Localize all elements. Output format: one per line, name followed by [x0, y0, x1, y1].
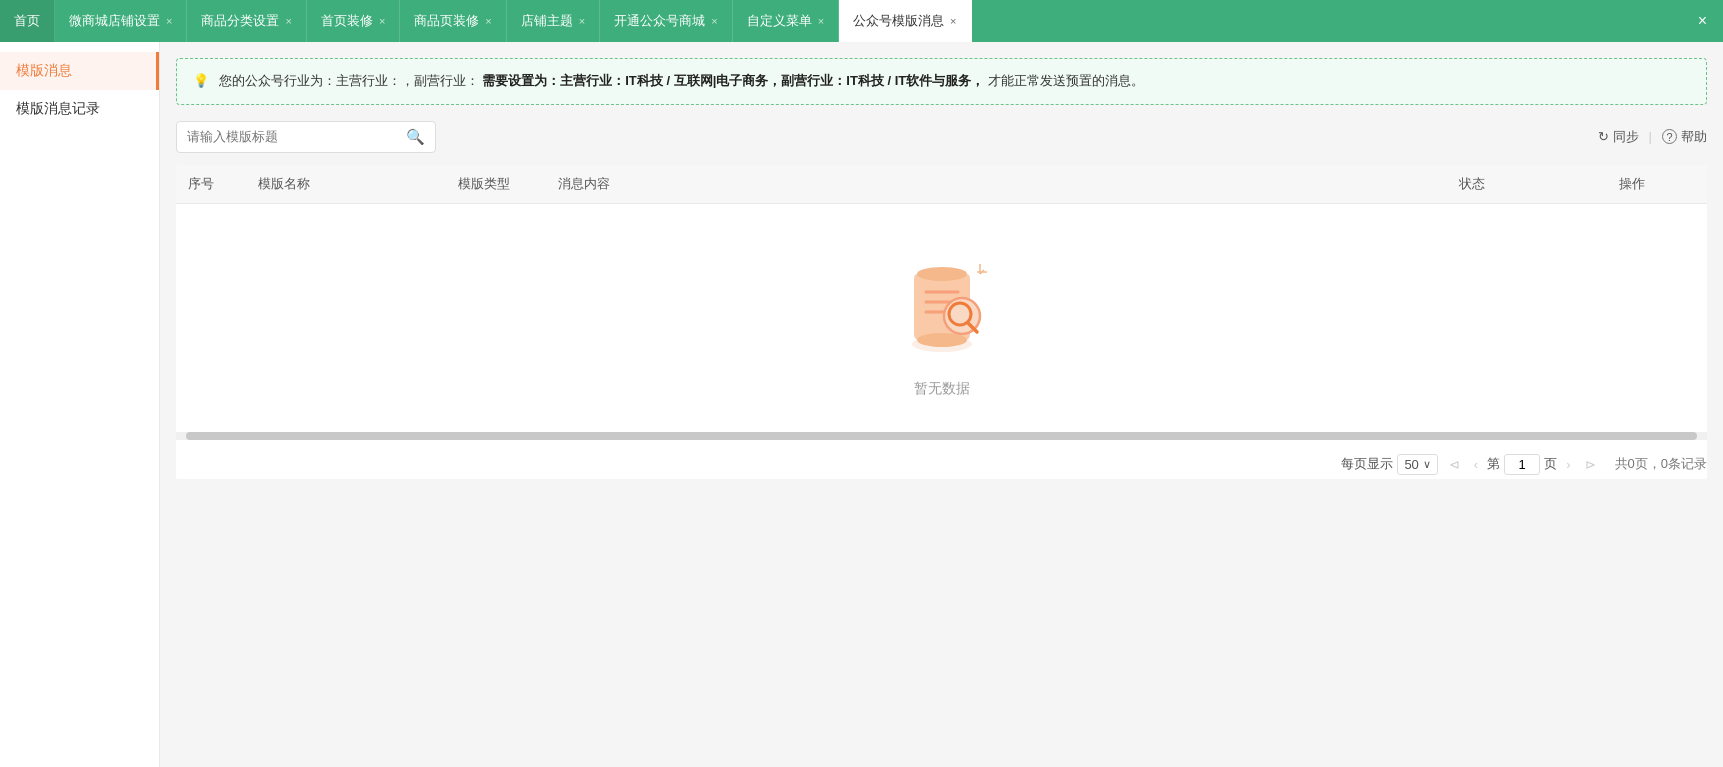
sync-icon: ↻ — [1598, 129, 1609, 144]
horizontal-scrollbar[interactable] — [176, 432, 1707, 440]
page-prefix: 第 — [1487, 455, 1500, 473]
tab-wshop-settings[interactable]: 微商城店铺设置 × — [55, 0, 187, 42]
prev-page-button[interactable]: ‹ — [1469, 455, 1483, 474]
global-close-icon: × — [1698, 12, 1707, 30]
content-area: 💡 您的公众号行业为：主营行业：，副营行业： 需要设置为：主营行业：IT科技 /… — [160, 42, 1723, 767]
next-page-button[interactable]: › — [1561, 455, 1575, 474]
tab-wshop-label: 微商城店铺设置 — [69, 12, 160, 30]
scrollbar-thumb[interactable] — [186, 432, 1697, 440]
per-page-label: 每页显示 — [1341, 455, 1393, 473]
tab-home[interactable]: 首页 — [0, 0, 55, 42]
sidebar-template-msg-label: 模版消息 — [16, 62, 72, 78]
empty-state: 暂无数据 — [176, 204, 1707, 428]
main-layout: 模版消息 模版消息记录 💡 您的公众号行业为：主营行业：，副营行业： 需要设置为… — [0, 42, 1723, 767]
tab-template-msg-label: 公众号模版消息 — [853, 12, 944, 30]
help-label: 帮助 — [1681, 128, 1707, 146]
alert-box: 💡 您的公众号行业为：主营行业：，副营行业： 需要设置为：主营行业：IT科技 /… — [176, 58, 1707, 105]
col-header-name: 模版名称 — [246, 165, 446, 204]
tab-wshop-close[interactable]: × — [166, 15, 172, 27]
search-input[interactable] — [187, 129, 406, 144]
alert-bold-text: 需要设置为：主营行业：IT科技 / 互联网|电子商务，副营行业：IT科技 / I… — [482, 73, 984, 88]
data-table: 序号 模版名称 模版类型 消息内容 状态 操作 — [176, 165, 1707, 428]
global-close-button[interactable]: × — [1682, 0, 1723, 42]
tab-product-deco-label: 商品页装修 — [414, 12, 479, 30]
total-info: 共0页，0条记录 — [1615, 455, 1707, 473]
tab-template-msg-close[interactable]: × — [950, 15, 956, 27]
tab-product-decoration[interactable]: 商品页装修 × — [400, 0, 506, 42]
col-header-action: 操作 — [1607, 165, 1707, 204]
top-nav: 首页 微商城店铺设置 × 商品分类设置 × 首页装修 × 商品页装修 × 店铺主… — [0, 0, 1723, 42]
tab-shop-theme[interactable]: 店铺主题 × — [507, 0, 600, 42]
sync-label: 同步 — [1613, 128, 1639, 146]
tab-home-decoration[interactable]: 首页装修 × — [307, 0, 400, 42]
tab-shop-theme-label: 店铺主题 — [521, 12, 573, 30]
tab-home-label: 首页 — [14, 12, 40, 30]
table-header: 序号 模版名称 模版类型 消息内容 状态 操作 — [176, 165, 1707, 204]
page-input[interactable] — [1504, 454, 1540, 475]
sync-button[interactable]: ↻ 同步 — [1598, 128, 1639, 146]
sidebar-template-msg-log-label: 模版消息记录 — [16, 100, 100, 116]
tab-open-mall-label: 开通公众号商城 — [614, 12, 705, 30]
empty-state-row: 暂无数据 — [176, 203, 1707, 428]
empty-illustration — [882, 244, 1002, 364]
alert-suffix: 才能正常发送预置的消息。 — [988, 73, 1144, 88]
search-input-wrap: 🔍 — [176, 121, 436, 153]
tab-custom-menu[interactable]: 自定义菜单 × — [733, 0, 839, 42]
col-header-index: 序号 — [176, 165, 246, 204]
per-page-value: 50 — [1404, 457, 1418, 472]
tab-custom-menu-close[interactable]: × — [818, 15, 824, 27]
help-circle-icon: ? — [1662, 129, 1677, 144]
search-divider: | — [1649, 129, 1652, 144]
last-page-button[interactable]: ⊳ — [1580, 455, 1601, 474]
first-page-button[interactable]: ⊲ — [1444, 455, 1465, 474]
table-body: 暂无数据 — [176, 203, 1707, 428]
tab-home-deco-label: 首页装修 — [321, 12, 373, 30]
tab-category-label: 商品分类设置 — [201, 12, 279, 30]
alert-tip-icon: 💡 — [193, 73, 209, 88]
search-right: ↻ 同步 | ? 帮助 — [1598, 128, 1707, 146]
page-navigation: ⊲ ‹ 第 页 › ⊳ — [1444, 454, 1601, 475]
col-header-status: 状态 — [1447, 165, 1607, 204]
tab-home-deco-close[interactable]: × — [379, 15, 385, 27]
per-page-select[interactable]: 50 ∨ — [1397, 454, 1437, 475]
svg-point-2 — [917, 333, 967, 347]
page-suffix: 页 — [1544, 455, 1557, 473]
search-icon[interactable]: 🔍 — [406, 128, 425, 146]
tab-template-msg[interactable]: 公众号模版消息 × — [839, 0, 971, 42]
search-bar: 🔍 ↻ 同步 | ? 帮助 — [176, 121, 1707, 153]
svg-point-1 — [917, 267, 967, 281]
tab-shop-theme-close[interactable]: × — [579, 15, 585, 27]
pagination: 每页显示 50 ∨ ⊲ ‹ 第 页 › ⊳ 共0页，0条记录 — [176, 444, 1707, 479]
col-header-type: 模版类型 — [446, 165, 546, 204]
empty-text: 暂无数据 — [914, 380, 970, 398]
chevron-down-icon: ∨ — [1423, 458, 1431, 471]
tab-category-close[interactable]: × — [285, 15, 291, 27]
col-header-content: 消息内容 — [546, 165, 1447, 204]
help-button[interactable]: ? 帮助 — [1662, 128, 1707, 146]
tab-open-mall[interactable]: 开通公众号商城 × — [600, 0, 732, 42]
table-wrapper: 序号 模版名称 模版类型 消息内容 状态 操作 — [176, 165, 1707, 479]
tab-open-mall-close[interactable]: × — [711, 15, 717, 27]
alert-prefix: 您的公众号行业为：主营行业：，副营行业： — [219, 73, 479, 88]
sidebar-item-template-msg[interactable]: 模版消息 — [0, 52, 159, 90]
tab-custom-menu-label: 自定义菜单 — [747, 12, 812, 30]
sidebar-item-template-msg-log[interactable]: 模版消息记录 — [0, 90, 159, 128]
page-size-selector: 每页显示 50 ∨ — [1341, 454, 1437, 475]
tab-product-deco-close[interactable]: × — [485, 15, 491, 27]
sidebar: 模版消息 模版消息记录 — [0, 42, 160, 767]
tab-category-settings[interactable]: 商品分类设置 × — [187, 0, 306, 42]
